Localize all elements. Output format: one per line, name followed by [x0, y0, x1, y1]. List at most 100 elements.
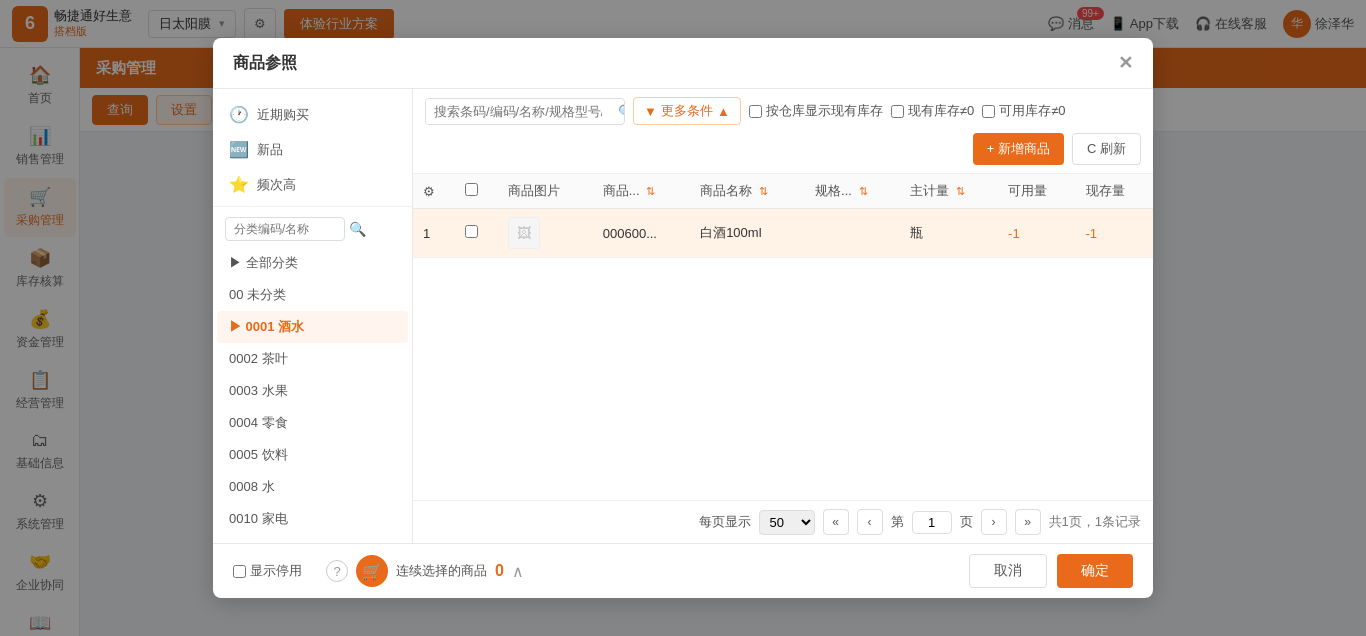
product-table: ⚙ 商品图片 商品... ⇅ 商品名称: [413, 174, 1153, 258]
category-label: 0002 茶叶: [229, 350, 288, 368]
product-image: 🖼: [508, 217, 540, 249]
search-icon[interactable]: 🔍: [610, 104, 625, 119]
dialog-body: 🕐 近期购买 🆕 新品 ⭐ 频次高 🔍 ▶: [213, 89, 1153, 543]
category-0008[interactable]: 0008 水: [217, 471, 408, 503]
category-0002[interactable]: 0002 茶叶: [217, 343, 408, 375]
footer-right: 取消 确定: [969, 554, 1133, 588]
row-name: 白酒100ml: [690, 209, 805, 258]
col-stock: 现存量: [1076, 174, 1154, 209]
frequent-label: 频次高: [257, 176, 296, 194]
frequent-item[interactable]: ⭐ 频次高: [213, 167, 412, 202]
category-label: ▶ 0001 酒水: [229, 318, 304, 336]
toolbar: 🔍 ▼ 更多条件 ▲ 按仓库显示现有库存 现有库存≠0: [413, 89, 1153, 174]
product-reference-dialog: 商品参照 ✕ 🕐 近期购买 🆕 新品 ⭐ 频次高: [213, 38, 1153, 598]
col-name[interactable]: 商品名称 ⇅: [690, 174, 805, 209]
confirm-button[interactable]: 确定: [1057, 554, 1133, 588]
col-available: 可用量: [998, 174, 1075, 209]
help-icon[interactable]: ?: [326, 560, 348, 582]
select-all-checkbox[interactable]: [465, 183, 478, 196]
category-00[interactable]: 00 未分类: [217, 279, 408, 311]
filter-button[interactable]: ▼ 更多条件 ▲: [633, 97, 741, 125]
dialog-title: 商品参照: [233, 53, 297, 74]
row-check[interactable]: [465, 225, 478, 238]
table-header-row: ⚙ 商品图片 商品... ⇅ 商品名称: [413, 174, 1153, 209]
category-0005[interactable]: 0005 饮料: [217, 439, 408, 471]
filter-collapse-icon: ▲: [717, 104, 730, 119]
category-search-input[interactable]: [225, 217, 345, 241]
dialog-overlay[interactable]: 商品参照 ✕ 🕐 近期购买 🆕 新品 ⭐ 频次高: [0, 0, 1366, 636]
show-disabled-check[interactable]: [233, 565, 246, 578]
next-page-button[interactable]: ›: [981, 509, 1007, 535]
category-label: 0008 水: [229, 478, 275, 496]
col-code[interactable]: 商品... ⇅: [593, 174, 690, 209]
category-label: ▶ 全部分类: [229, 254, 298, 272]
category-label: 00 未分类: [229, 286, 286, 304]
row-code: 000600...: [593, 209, 690, 258]
col-checkbox: [455, 174, 498, 209]
cart-icon[interactable]: 🛒: [356, 555, 388, 587]
current-stock-check[interactable]: [891, 105, 904, 118]
new-product-item[interactable]: 🆕 新品: [213, 132, 412, 167]
page-info: 共1页，1条记录: [1049, 513, 1141, 531]
recent-purchase-label: 近期购买: [257, 106, 309, 124]
sort-icon: ⇅: [646, 185, 655, 197]
warehouse-stock-checkbox[interactable]: 按仓库显示现有库存: [749, 102, 883, 120]
recent-purchase-item[interactable]: 🕐 近期购买: [213, 97, 412, 132]
sort-icon: ⇅: [859, 185, 868, 197]
current-stock-checkbox[interactable]: 现有库存≠0: [891, 102, 974, 120]
page-unit: 页: [960, 513, 973, 531]
col-unit[interactable]: 主计量 ⇅: [900, 174, 998, 209]
page-size-label: 每页显示: [699, 513, 751, 531]
page-label: 第: [891, 513, 904, 531]
first-page-button[interactable]: «: [823, 509, 849, 535]
category-0001[interactable]: ▶ 0001 酒水: [217, 311, 408, 343]
divider: [213, 206, 412, 207]
prev-page-button[interactable]: ‹: [857, 509, 883, 535]
footer-left: 显示停用: [233, 562, 302, 580]
category-label: 0003 水果: [229, 382, 288, 400]
category-0010[interactable]: 0010 家电: [217, 503, 408, 535]
collapse-icon[interactable]: ∧: [512, 562, 524, 581]
table-row[interactable]: 1 🖼 000600... 白酒100ml 瓶 -1 -1: [413, 209, 1153, 258]
clock-icon: 🕐: [229, 105, 249, 124]
refresh-button[interactable]: C 刷新: [1072, 133, 1141, 165]
toolbar-actions: + 新增商品 C 刷新: [973, 133, 1141, 165]
dialog-footer: 显示停用 ? 🛒 连续选择的商品 0 ∧ 取消 确定: [213, 543, 1153, 598]
row-index: 1: [413, 209, 455, 258]
row-stock: -1: [1076, 209, 1154, 258]
category-label: 0004 零食: [229, 414, 288, 432]
col-settings[interactable]: ⚙: [413, 174, 455, 209]
search-input[interactable]: [426, 99, 610, 124]
category-label: 0005 饮料: [229, 446, 288, 464]
category-list: ▶ 全部分类 00 未分类 ▶ 0001 酒水 0002 茶叶 0003 水果: [213, 247, 412, 535]
sort-icon: ⇅: [759, 185, 768, 197]
new-icon: 🆕: [229, 140, 249, 159]
cancel-button[interactable]: 取消: [969, 554, 1047, 588]
col-spec[interactable]: 规格... ⇅: [805, 174, 900, 209]
table-wrap: ⚙ 商品图片 商品... ⇅ 商品名称: [413, 174, 1153, 500]
row-checkbox[interactable]: [455, 209, 498, 258]
star-icon: ⭐: [229, 175, 249, 194]
col-image: 商品图片: [498, 174, 592, 209]
cart-count: 0: [495, 562, 504, 580]
page-size-select[interactable]: 50 10 20 100: [759, 510, 815, 535]
category-0004[interactable]: 0004 零食: [217, 407, 408, 439]
filter-icon: ▼: [644, 104, 657, 119]
category-all[interactable]: ▶ 全部分类: [217, 247, 408, 279]
sort-icon: ⇅: [956, 185, 965, 197]
category-0003[interactable]: 0003 水果: [217, 375, 408, 407]
pagination: 每页显示 50 10 20 100 « ‹ 第 页 › » 共1页，1条记录: [413, 500, 1153, 543]
show-disabled-checkbox[interactable]: 显示停用: [233, 562, 302, 580]
left-panel: 🕐 近期购买 🆕 新品 ⭐ 频次高 🔍 ▶: [213, 89, 413, 543]
warehouse-stock-check[interactable]: [749, 105, 762, 118]
page-input[interactable]: [912, 511, 952, 534]
new-product-label: 新品: [257, 141, 283, 159]
close-icon[interactable]: ✕: [1118, 52, 1133, 74]
row-image: 🖼: [498, 209, 592, 258]
category-search-icon[interactable]: 🔍: [349, 221, 366, 237]
available-stock-checkbox[interactable]: 可用库存≠0: [982, 102, 1065, 120]
add-product-button[interactable]: + 新增商品: [973, 133, 1064, 165]
dialog-header: 商品参照 ✕: [213, 38, 1153, 89]
available-stock-check[interactable]: [982, 105, 995, 118]
last-page-button[interactable]: »: [1015, 509, 1041, 535]
